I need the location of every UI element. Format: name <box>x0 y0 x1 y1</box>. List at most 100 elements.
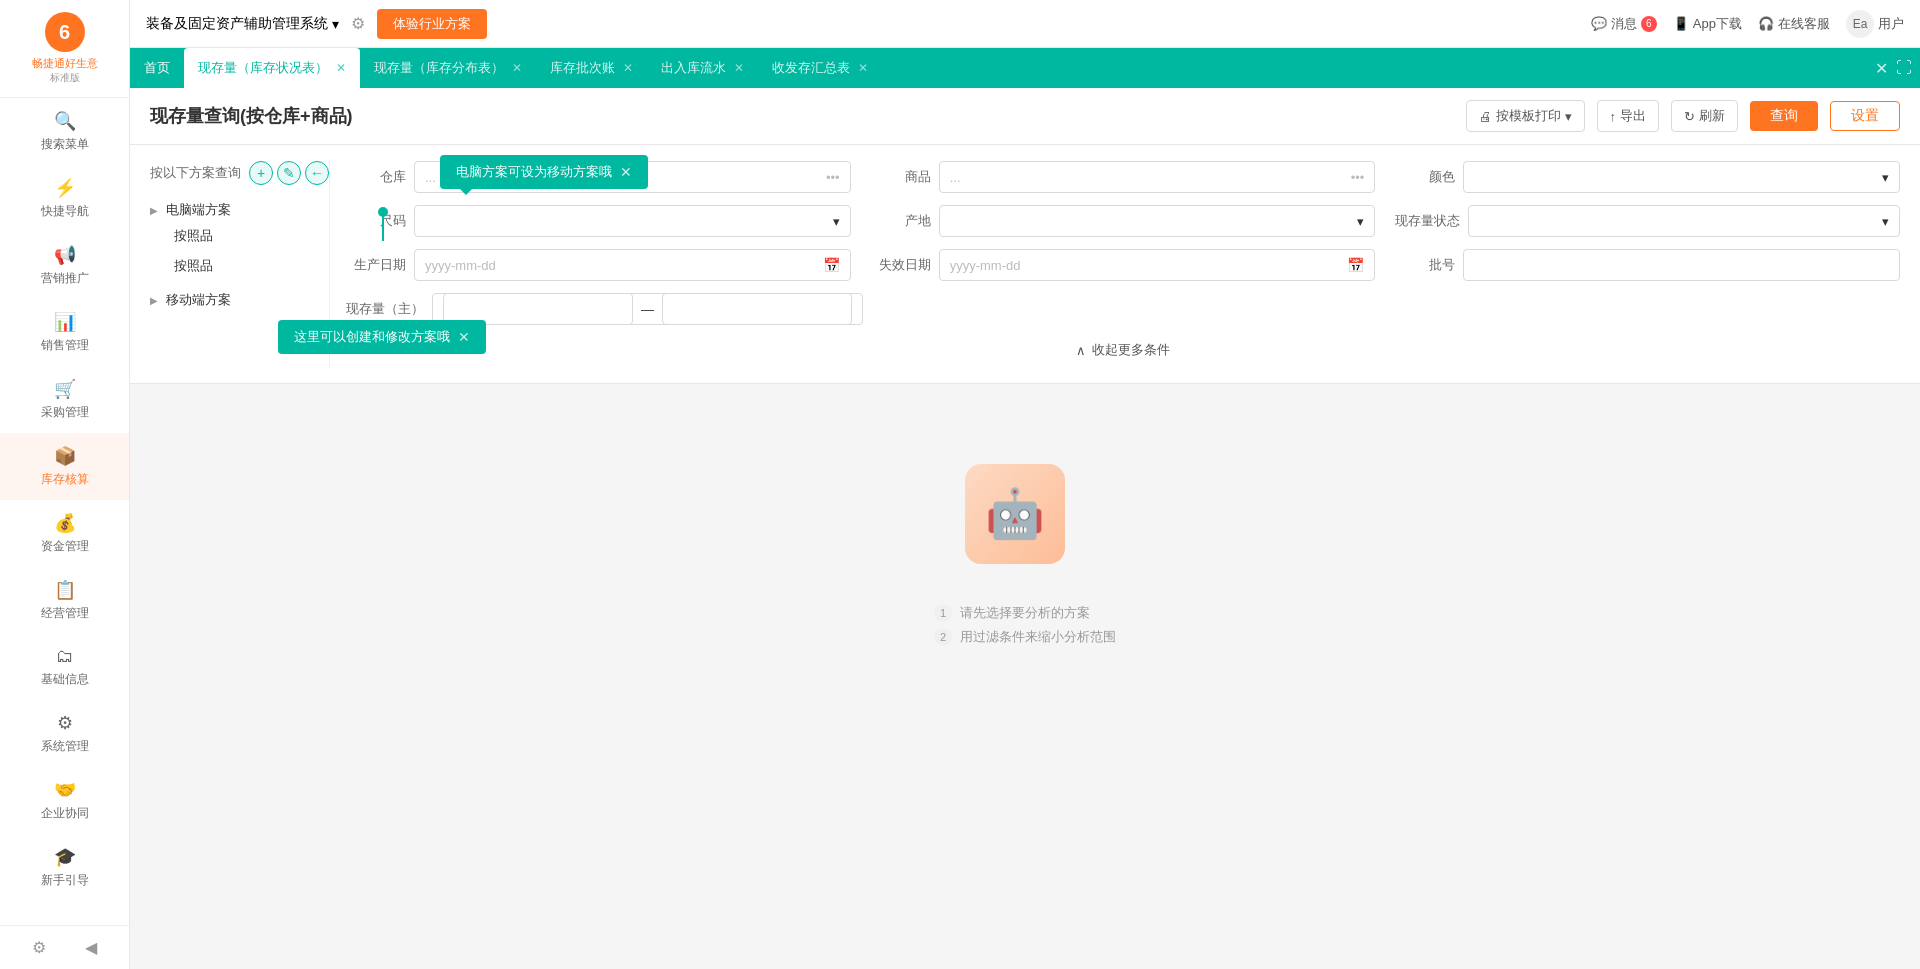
top-header: 装备及固定资产辅助管理系统 ▾ ⚙ 体验行业方案 💬 消息 6 📱 App下载 … <box>130 0 1920 48</box>
reset-btn[interactable]: 设置 <box>1830 101 1900 131</box>
page-actions: 🖨 按模板打印 ▾ ↑ 导出 ↻ 刷新 查询 设置 <box>1466 100 1901 132</box>
origin-dropdown-icon: ▾ <box>1357 214 1364 229</box>
sidebar-item-marketing[interactable]: 📢 营销推广 <box>0 232 129 299</box>
industry-btn[interactable]: 体验行业方案 <box>377 9 487 39</box>
export-icon: ↑ <box>1610 109 1617 124</box>
app-download-action[interactable]: 📱 App下载 <box>1673 15 1742 33</box>
system-name-dropdown[interactable]: 装备及固定资产辅助管理系统 ▾ <box>146 15 339 33</box>
edit-scheme-btn[interactable]: ✎ <box>277 161 301 185</box>
dropdown-icon: ▾ <box>332 16 339 32</box>
sidebar-item-purchase[interactable]: 🛒 采购管理 <box>0 366 129 433</box>
sidebar-item-system[interactable]: ⚙ 系统管理 <box>0 700 129 767</box>
scheme-mobile[interactable]: ▶ 移动端方案 <box>150 287 317 313</box>
settings-footer-btn[interactable]: ⚙ <box>32 938 46 957</box>
sidebar-item-sales[interactable]: 📊 销售管理 <box>0 299 129 366</box>
sidebar: 6 畅捷通好生意 标准版 🔍 搜索菜单 ⚡ 快捷导航 📢 营销推广 📊 销售管理… <box>0 0 130 969</box>
tab-close-inventory-status[interactable]: ✕ <box>336 61 346 75</box>
origin-field: 产地 ▾ <box>871 205 1376 237</box>
batch-no-field: 批号 <box>1395 249 1900 281</box>
finance-nav-icon: 💰 <box>54 512 76 534</box>
logo-text: 畅捷通好生意 标准版 <box>32 56 98 85</box>
user-avatar: Ea <box>1846 10 1874 38</box>
scheme-item-1[interactable]: 按照品 <box>166 223 317 249</box>
tab-fullscreen-icon[interactable]: ⛶ <box>1896 59 1912 77</box>
stock-qty-to[interactable] <box>662 293 852 325</box>
filter-area: 按以下方案查询 + ✎ ← ▶ 电脑端方案 按照品 <box>130 145 1920 384</box>
filter-row-4: 现存量（主） — <box>346 293 1900 325</box>
system-name: 装备及固定资产辅助管理系统 <box>146 15 328 33</box>
desktop-arrow-icon: ▶ <box>150 205 158 216</box>
tab-inventory-dist[interactable]: 现存量（库存分布表） ✕ <box>360 48 536 88</box>
tab-inventory-status[interactable]: 现存量（库存状况表） ✕ <box>184 48 360 88</box>
more-conditions-btn[interactable]: ∧ 收起更多条件 <box>346 333 1900 367</box>
origin-select[interactable]: ▾ <box>939 205 1376 237</box>
tab-batch[interactable]: 库存批次账 ✕ <box>536 48 647 88</box>
filter-row-3: 生产日期 yyyy-mm-dd 📅 失效日期 yyyy-mm-dd 📅 <box>346 249 1900 281</box>
inventory-nav-icon: 📦 <box>54 445 76 467</box>
expire-date-input[interactable]: yyyy-mm-dd 📅 <box>939 249 1376 281</box>
size-label: 尺码 <box>346 212 406 230</box>
tab-close-batch[interactable]: ✕ <box>623 61 633 75</box>
message-icon: 💬 <box>1591 16 1607 31</box>
tooltip-2-container: 这里可以创建和修改方案哦 ✕ <box>278 320 486 354</box>
sidebar-item-newbie[interactable]: 🎓 新手引导 <box>0 834 129 901</box>
template-print-btn[interactable]: 🖨 按模板打印 ▾ <box>1466 100 1585 132</box>
sidebar-item-inventory[interactable]: 📦 库存核算 <box>0 433 129 500</box>
quick-nav-icon: ⚡ <box>54 177 76 199</box>
service-action[interactable]: 🎧 在线客服 <box>1758 15 1830 33</box>
goods-select[interactable]: ... ••• <box>939 161 1376 193</box>
tab-close-all-icon[interactable]: ✕ <box>1875 59 1888 78</box>
color-field: 颜色 ▾ <box>1395 161 1900 193</box>
stock-status-label: 现存量状态 <box>1395 212 1460 230</box>
message-action[interactable]: 💬 消息 6 <box>1591 15 1657 33</box>
batch-no-input[interactable] <box>1463 249 1900 281</box>
add-scheme-btn[interactable]: + <box>249 161 273 185</box>
size-select[interactable]: ▾ <box>414 205 851 237</box>
tab-receive[interactable]: 收发存汇总表 ✕ <box>758 48 882 88</box>
marketing-nav-icon: 📢 <box>54 244 76 266</box>
hint-item-2: 2 用过滤条件来缩小分析范围 <box>934 628 1116 646</box>
expire-date-label: 失效日期 <box>871 256 931 274</box>
search-nav-icon: 🔍 <box>54 110 76 132</box>
filter-label: 按以下方案查询 <box>150 164 241 182</box>
back-scheme-btn[interactable]: ← <box>305 161 329 185</box>
color-dropdown-icon: ▾ <box>1882 170 1889 185</box>
sidebar-item-finance[interactable]: 💰 资金管理 <box>0 500 129 567</box>
color-select[interactable]: ▾ <box>1463 161 1900 193</box>
tooltip-2-close[interactable]: ✕ <box>458 329 470 345</box>
main-content: 现存量查询(按仓库+商品) 🖨 按模板打印 ▾ ↑ 导出 ↻ 刷新 查询 设置 <box>130 88 1920 969</box>
tab-home[interactable]: 首页 <box>130 48 184 88</box>
phone-icon: 📱 <box>1673 16 1689 31</box>
sidebar-item-basic[interactable]: 🗂 基础信息 <box>0 634 129 700</box>
tab-close-receive[interactable]: ✕ <box>858 61 868 75</box>
sidebar-item-search[interactable]: 🔍 搜索菜单 <box>0 98 129 165</box>
sidebar-item-operation[interactable]: 📋 经营管理 <box>0 567 129 634</box>
search-btn[interactable]: 查询 <box>1750 101 1818 131</box>
tab-close-inout[interactable]: ✕ <box>734 61 744 75</box>
tab-inout[interactable]: 出入库流水 ✕ <box>647 48 758 88</box>
collapse-footer-btn[interactable]: ◀ <box>85 938 97 957</box>
page-header: 现存量查询(按仓库+商品) 🖨 按模板打印 ▾ ↑ 导出 ↻ 刷新 查询 设置 <box>130 88 1920 145</box>
logo-icon: 6 <box>45 12 85 52</box>
prod-date-input[interactable]: yyyy-mm-dd 📅 <box>414 249 851 281</box>
stock-qty-input[interactable]: — <box>432 293 863 325</box>
sidebar-item-quick[interactable]: ⚡ 快捷导航 <box>0 165 129 232</box>
header-right: 💬 消息 6 📱 App下载 🎧 在线客服 Ea 用户 <box>1591 10 1904 38</box>
page-title: 现存量查询(按仓库+商品) <box>150 104 353 128</box>
stock-status-select[interactable]: ▾ <box>1468 205 1900 237</box>
filter-header: 按以下方案查询 + ✎ ← <box>150 161 317 185</box>
filter-row-2: 尺码 ▾ 产地 ▾ <box>346 205 1900 237</box>
scheme-item-2[interactable]: 按照品 <box>166 253 317 279</box>
scheme-desktop[interactable]: ▶ 电脑端方案 <box>150 197 317 223</box>
sales-nav-icon: 📊 <box>54 311 76 333</box>
newbie-nav-icon: 🎓 <box>54 846 76 868</box>
color-label: 颜色 <box>1395 168 1455 186</box>
tooltip-1-close[interactable]: ✕ <box>620 164 632 180</box>
sidebar-item-enterprise[interactable]: 🤝 企业协同 <box>0 767 129 834</box>
user-action[interactable]: Ea 用户 <box>1846 10 1904 38</box>
tab-close-inventory-dist[interactable]: ✕ <box>512 61 522 75</box>
mobile-arrow-icon: ▶ <box>150 295 158 306</box>
refresh-btn[interactable]: ↻ 刷新 <box>1671 100 1738 132</box>
header-settings-icon[interactable]: ⚙ <box>351 14 365 33</box>
export-btn[interactable]: ↑ 导出 <box>1597 100 1660 132</box>
